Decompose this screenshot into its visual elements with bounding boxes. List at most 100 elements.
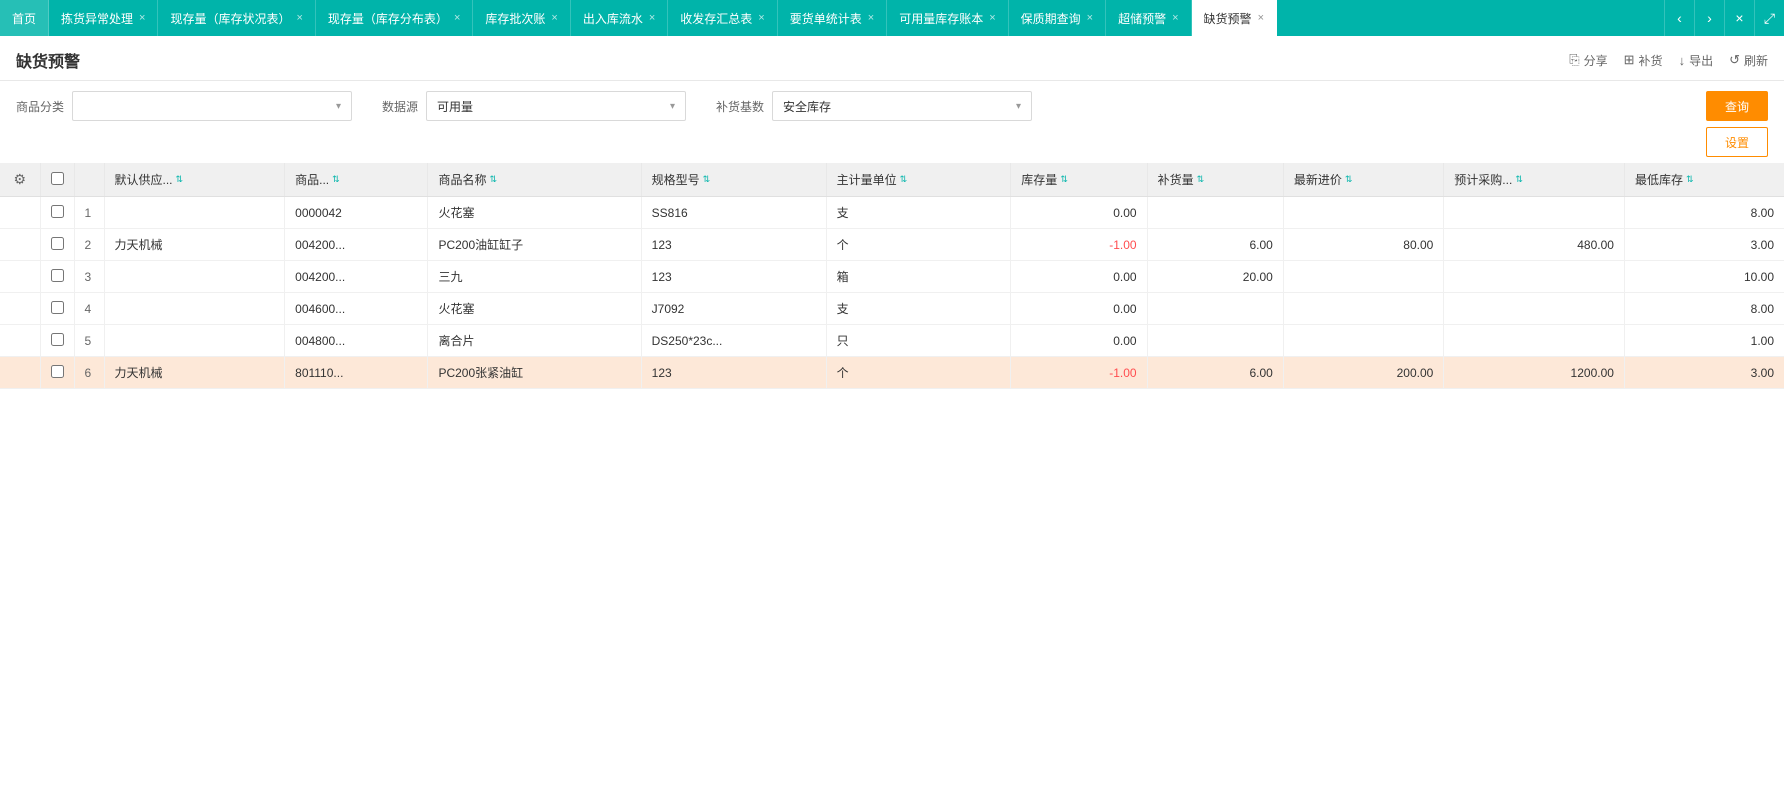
row-number: 4 bbox=[74, 293, 104, 325]
nav-tab-label: 收发存汇总表 bbox=[680, 10, 752, 27]
refresh-label: 刷新 bbox=[1744, 52, 1768, 69]
th-code[interactable]: 商品...⇅ bbox=[285, 163, 428, 197]
th-unit[interactable]: 主计量单位⇅ bbox=[826, 163, 1011, 197]
tab-close-btn[interactable]: × bbox=[868, 12, 874, 24]
row-spec: 123 bbox=[641, 261, 826, 293]
row-code: 004800... bbox=[285, 325, 428, 357]
export-action[interactable]: ↓ 导出 bbox=[1679, 52, 1714, 69]
replenish-action[interactable]: ⊞ 补货 bbox=[1624, 52, 1663, 69]
row-checkbox[interactable] bbox=[51, 237, 64, 250]
th-supplier-label: 默认供应... bbox=[115, 171, 173, 188]
row-checkbox-cell[interactable] bbox=[40, 229, 74, 261]
th-name[interactable]: 商品名称⇅ bbox=[428, 163, 641, 197]
nav-tab-label: 缺货预警 bbox=[1204, 10, 1252, 27]
nav-prev-btn[interactable]: ‹ bbox=[1664, 0, 1694, 36]
row-est-purchase bbox=[1444, 197, 1625, 229]
row-unit: 支 bbox=[826, 197, 1011, 229]
nav-tab-label: 出入库流水 bbox=[583, 10, 643, 27]
replenish-sort-icon: ⇅ bbox=[1197, 174, 1205, 185]
nav-expand-btn[interactable]: ⤢ bbox=[1754, 0, 1784, 36]
row-checkbox[interactable] bbox=[51, 301, 64, 314]
tab-close-btn[interactable]: × bbox=[296, 12, 302, 24]
filter-area: 商品分类 ▾ 数据源 可用量 ▾ 补货基数 安全库存 ▾ 查询 设置 bbox=[0, 81, 1784, 163]
nav-tab--------[interactable]: 可用量库存账本× bbox=[887, 0, 1008, 36]
row-code: 004200... bbox=[285, 261, 428, 293]
stock-sort-icon: ⇅ bbox=[1060, 174, 1068, 185]
th-settings[interactable]: ⚙ bbox=[0, 163, 40, 197]
th-replenish-label: 补货量 bbox=[1158, 171, 1194, 188]
category-select[interactable]: ▾ bbox=[72, 91, 352, 121]
export-label: 导出 bbox=[1689, 52, 1713, 69]
refresh-action[interactable]: ↺ 刷新 bbox=[1729, 52, 1768, 69]
nav-tab-----------[interactable]: 现存量（库存状况表）× bbox=[158, 0, 315, 36]
replenish-base-value: 安全库存 bbox=[783, 98, 831, 115]
nav-tab-label: 库存批次账 bbox=[485, 10, 545, 27]
share-action[interactable]: ⎘ 分享 bbox=[1569, 52, 1607, 69]
nav-tab------[interactable]: 出入库流水 × bbox=[571, 0, 668, 36]
nav-tab---[interactable]: 首页 bbox=[0, 0, 49, 36]
tab-close-btn[interactable]: × bbox=[1087, 12, 1093, 24]
row-checkbox-cell[interactable] bbox=[40, 325, 74, 357]
row-name: 三九 bbox=[428, 261, 641, 293]
row-number: 1 bbox=[74, 197, 104, 229]
nav-tab-----[interactable]: 缺货预警 × bbox=[1192, 0, 1277, 36]
th-checkbox[interactable] bbox=[40, 163, 74, 197]
nav-tabs: 首页拣货异常处理×现存量（库存状况表）×现存量（库存分布表）×库存批次账×出入库… bbox=[0, 0, 1664, 36]
replenish-base-select[interactable]: 安全库存 ▾ bbox=[772, 91, 1032, 121]
th-min-stock[interactable]: 最低库存⇅ bbox=[1624, 163, 1784, 197]
gear-icon[interactable]: ⚙ bbox=[13, 171, 26, 187]
th-est-purchase[interactable]: 预计采购...⇅ bbox=[1444, 163, 1625, 197]
th-spec[interactable]: 规格型号⇅ bbox=[641, 163, 826, 197]
row-checkbox[interactable] bbox=[51, 205, 64, 218]
tab-close-btn[interactable]: × bbox=[758, 12, 764, 24]
settings-button[interactable]: 设置 bbox=[1706, 127, 1768, 157]
row-checkbox[interactable] bbox=[51, 365, 64, 378]
th-stock[interactable]: 库存量⇅ bbox=[1011, 163, 1147, 197]
th-latest-price[interactable]: 最新进价⇅ bbox=[1283, 163, 1443, 197]
nav-tab-----[interactable]: 超储预警 × bbox=[1106, 0, 1191, 36]
nav-close-btn[interactable]: × bbox=[1724, 0, 1754, 36]
th-replenish[interactable]: 补货量⇅ bbox=[1147, 163, 1283, 197]
nav-tab-------[interactable]: 收发存汇总表 × bbox=[668, 0, 777, 36]
row-checkbox-cell[interactable] bbox=[40, 293, 74, 325]
unit-sort-icon: ⇅ bbox=[900, 174, 908, 185]
nav-next-btn[interactable]: › bbox=[1694, 0, 1724, 36]
th-min-stock-label: 最低库存 bbox=[1635, 171, 1683, 188]
nav-tab------[interactable]: 保质期查询× bbox=[1009, 0, 1106, 36]
query-button[interactable]: 查询 bbox=[1706, 91, 1768, 121]
table-header-row: ⚙ 默认供应...⇅ 商品...⇅ 商品名称⇅ bbox=[0, 163, 1784, 197]
tab-close-btn[interactable]: × bbox=[551, 12, 557, 24]
tab-close-btn[interactable]: × bbox=[1172, 12, 1178, 24]
table-row: 4 004600... 火花塞 J7092 支 0.00 8.00 bbox=[0, 293, 1784, 325]
nav-tab------[interactable]: 库存批次账 × bbox=[473, 0, 570, 36]
datasource-select[interactable]: 可用量 ▾ bbox=[426, 91, 686, 121]
th-supplier[interactable]: 默认供应...⇅ bbox=[104, 163, 285, 197]
row-stock: -1.00 bbox=[1011, 229, 1147, 261]
row-checkbox-cell[interactable] bbox=[40, 261, 74, 293]
row-gear-cell bbox=[0, 261, 40, 293]
row-checkbox[interactable] bbox=[51, 269, 64, 282]
row-min-stock: 8.00 bbox=[1624, 197, 1784, 229]
tab-close-btn[interactable]: × bbox=[649, 12, 655, 24]
tab-close-btn[interactable]: × bbox=[139, 12, 145, 24]
nav-tab-------[interactable]: 拣货异常处理× bbox=[49, 0, 158, 36]
table-row: 1 0000042 火花塞 SS816 支 0.00 8.00 bbox=[0, 197, 1784, 229]
row-unit: 箱 bbox=[826, 261, 1011, 293]
nav-tab-------[interactable]: 要货单统计表 × bbox=[778, 0, 887, 36]
nav-tab-----------[interactable]: 现存量（库存分布表）× bbox=[316, 0, 473, 36]
datasource-label: 数据源 bbox=[382, 98, 418, 115]
tab-close-btn[interactable]: × bbox=[989, 12, 995, 24]
tab-close-btn[interactable]: × bbox=[1258, 12, 1264, 24]
row-unit: 支 bbox=[826, 293, 1011, 325]
nav-tab-label: 要货单统计表 bbox=[790, 10, 862, 27]
row-latest-price: 200.00 bbox=[1283, 357, 1443, 389]
select-all-checkbox[interactable] bbox=[51, 172, 64, 185]
row-latest-price bbox=[1283, 197, 1443, 229]
row-checkbox-cell[interactable] bbox=[40, 197, 74, 229]
replenish-base-chevron: ▾ bbox=[1016, 101, 1021, 112]
row-checkbox-cell[interactable] bbox=[40, 357, 74, 389]
nav-tab-label: 超储预警 bbox=[1118, 10, 1166, 27]
tab-close-btn[interactable]: × bbox=[454, 12, 460, 24]
row-checkbox[interactable] bbox=[51, 333, 64, 346]
row-number: 5 bbox=[74, 325, 104, 357]
